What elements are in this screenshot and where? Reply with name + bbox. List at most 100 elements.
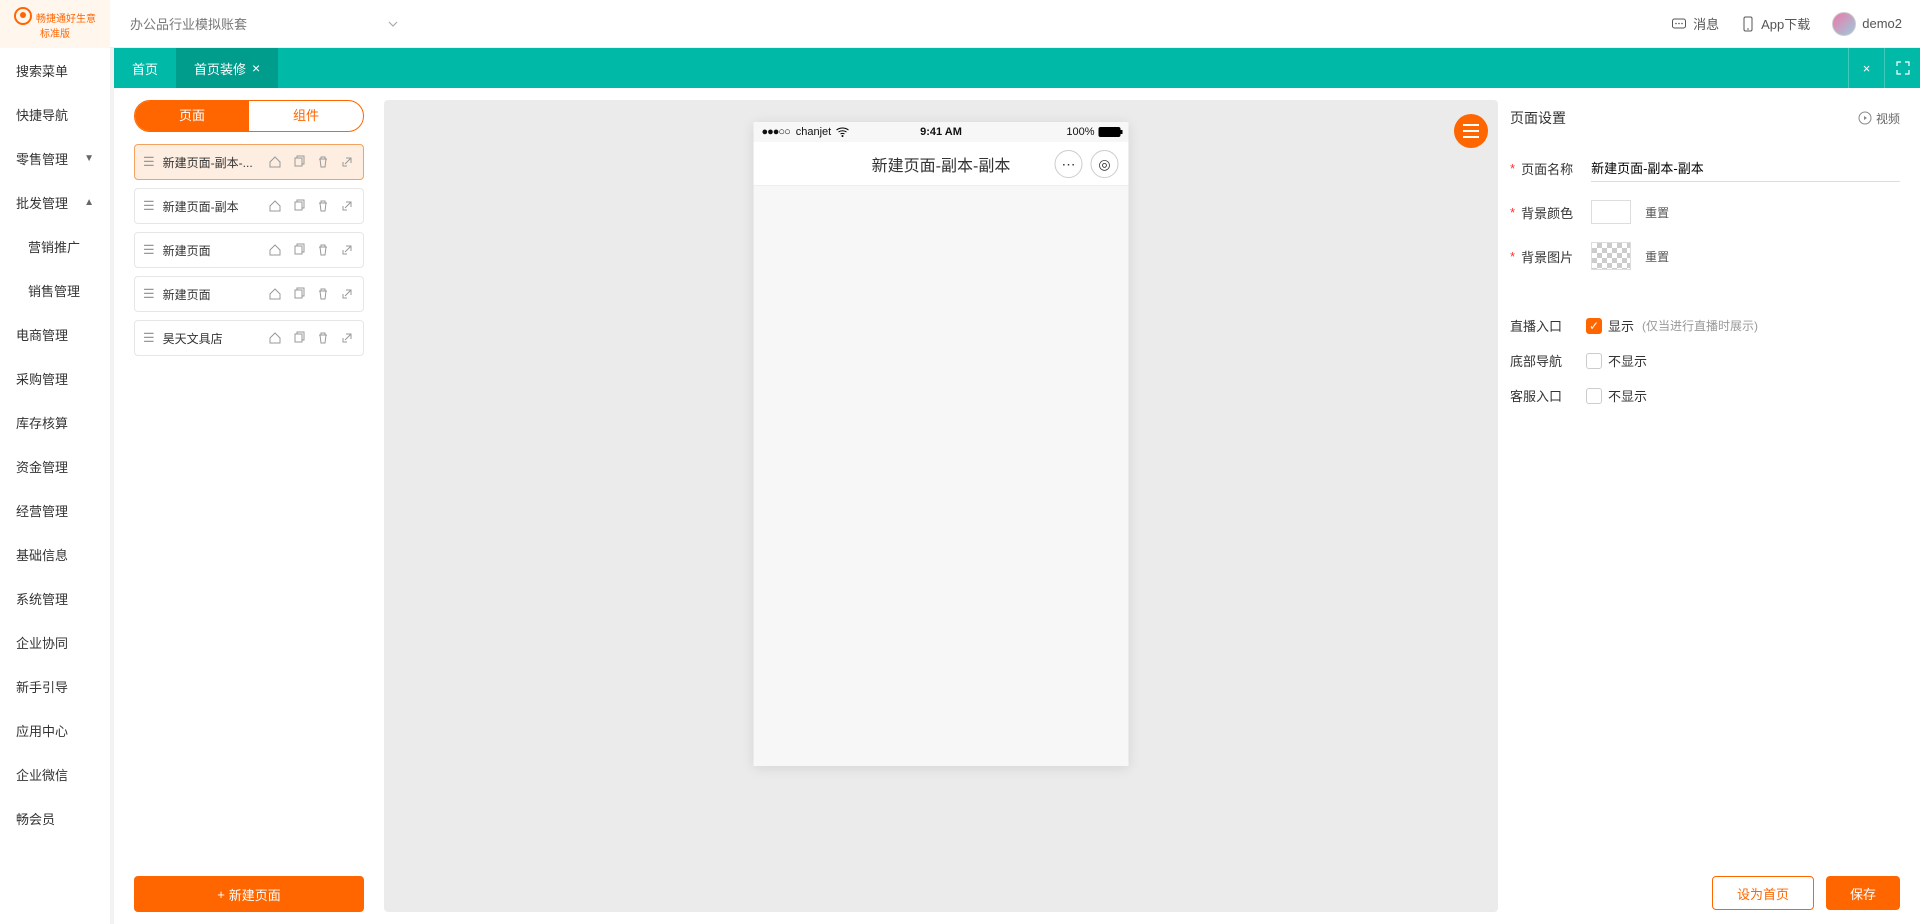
phone-icon (1741, 16, 1755, 32)
home-icon[interactable] (267, 330, 283, 346)
phone-header: 新建页面-副本-副本 ⋯ ◎ (754, 142, 1129, 186)
share-icon[interactable] (339, 154, 355, 170)
drag-handle-icon[interactable]: ☰ (143, 242, 155, 258)
messages-link[interactable]: 消息 (1671, 14, 1719, 33)
copy-icon[interactable] (291, 154, 307, 170)
page-item[interactable]: ☰ 新建页面 (134, 276, 364, 312)
main-sidebar: 搜索菜单 快捷导航 零售管理▼ 批发管理▲ 营销推广 销售管理 电商管理 采购管… (0, 48, 110, 924)
page-list-panel: 页面 组件 ☰ 新建页面-副本-... ☰ 新建页面-副本 ☰ (134, 100, 364, 912)
copy-icon[interactable] (291, 242, 307, 258)
live-entry-checkbox[interactable]: ✓ (1586, 318, 1602, 334)
chevron-down-icon (387, 18, 399, 30)
drag-handle-icon[interactable]: ☰ (143, 198, 155, 214)
drag-handle-icon[interactable]: ☰ (143, 330, 155, 346)
page-name-input[interactable] (1591, 154, 1900, 182)
delete-icon[interactable] (315, 198, 331, 214)
sidebar-business[interactable]: 经营管理 (0, 488, 110, 532)
sidebar-guide[interactable]: 新手引导 (0, 664, 110, 708)
copy-icon[interactable] (291, 198, 307, 214)
sidebar-funds[interactable]: 资金管理 (0, 444, 110, 488)
brand-edition: 标准版 (40, 25, 70, 40)
sidebar-inventory[interactable]: 库存核算 (0, 400, 110, 444)
copy-icon[interactable] (291, 286, 307, 302)
miniapp-menu-icon[interactable]: ⋯ (1055, 150, 1083, 178)
page-item[interactable]: ☰ 新建页面-副本-... (134, 144, 364, 180)
sidebar-search[interactable]: 搜索菜单 (0, 48, 110, 92)
switch-page[interactable]: 页面 (135, 101, 249, 131)
tab-fullscreen-button[interactable] (1884, 48, 1920, 88)
account-book-selector[interactable]: 办公品行业模拟账套 (130, 14, 399, 33)
switch-component[interactable]: 组件 (249, 101, 363, 131)
tab-close-button[interactable]: × (1848, 48, 1884, 88)
avatar-icon (1832, 12, 1856, 36)
home-icon[interactable] (267, 154, 283, 170)
time-label: 9:41 AM (920, 126, 962, 138)
footer-actions: 设为首页 保存 (1712, 876, 1900, 910)
brand-logo-icon (14, 7, 32, 25)
sidebar-sales[interactable]: 销售管理 (0, 268, 110, 312)
close-icon[interactable]: × (252, 60, 260, 76)
save-button[interactable]: 保存 (1826, 876, 1900, 910)
share-icon[interactable] (339, 286, 355, 302)
delete-icon[interactable] (315, 330, 331, 346)
sidebar-basic[interactable]: 基础信息 (0, 532, 110, 576)
delete-icon[interactable] (315, 286, 331, 302)
tab-home[interactable]: 首页 (114, 48, 176, 88)
sidebar-appcenter[interactable]: 应用中心 (0, 708, 110, 752)
bottom-nav-label: 底部导航 (1510, 351, 1586, 370)
drag-handle-icon[interactable]: ☰ (143, 154, 155, 170)
kefu-checkbox[interactable] (1586, 388, 1602, 404)
drag-handle-icon[interactable]: ☰ (143, 286, 155, 302)
bottom-nav-checkbox[interactable] (1586, 353, 1602, 369)
share-icon[interactable] (339, 198, 355, 214)
share-icon[interactable] (339, 242, 355, 258)
battery-icon (1099, 127, 1121, 137)
live-hint: (仅当进行直播时展示) (1642, 317, 1758, 334)
home-icon[interactable] (267, 286, 283, 302)
copy-icon[interactable] (291, 330, 307, 346)
page-item[interactable]: ☰ 昊天文具店 (134, 320, 364, 356)
new-page-button[interactable]: + 新建页面 (134, 876, 364, 912)
user-menu[interactable]: demo2 (1832, 12, 1902, 36)
canvas-menu-fab[interactable] (1454, 114, 1488, 148)
sidebar-system[interactable]: 系统管理 (0, 576, 110, 620)
signal-icon: ●●●○○ (762, 126, 790, 138)
phone-body[interactable] (754, 186, 1129, 766)
delete-icon[interactable] (315, 242, 331, 258)
message-icon (1671, 16, 1687, 32)
miniapp-close-icon[interactable]: ◎ (1091, 150, 1119, 178)
sidebar-marketing[interactable]: 营销推广 (0, 224, 110, 268)
sidebar-wholesale[interactable]: 批发管理▲ (0, 180, 110, 224)
bg-image-reset[interactable]: 重置 (1645, 248, 1669, 265)
sidebar-quicknav[interactable]: 快捷导航 (0, 92, 110, 136)
fullscreen-icon (1896, 61, 1910, 75)
set-home-button[interactable]: 设为首页 (1712, 876, 1814, 910)
home-icon[interactable] (267, 242, 283, 258)
page-item[interactable]: ☰ 新建页面-副本 (134, 188, 364, 224)
home-icon[interactable] (267, 198, 283, 214)
page-item[interactable]: ☰ 新建页面 (134, 232, 364, 268)
sidebar-wechat[interactable]: 企业微信 (0, 752, 110, 796)
bg-image-label: 背景图片 (1521, 247, 1591, 266)
delete-icon[interactable] (315, 154, 331, 170)
share-icon[interactable] (339, 330, 355, 346)
sidebar-member[interactable]: 畅会员 (0, 796, 110, 840)
sidebar-retail[interactable]: 零售管理▼ (0, 136, 110, 180)
sidebar-corp[interactable]: 企业协同 (0, 620, 110, 664)
account-book-label: 办公品行业模拟账套 (130, 14, 247, 33)
settings-title: 页面设置 (1510, 108, 1566, 128)
tab-page-design[interactable]: 首页装修 × (176, 48, 278, 88)
play-icon (1858, 111, 1872, 125)
video-help-link[interactable]: 视频 (1858, 110, 1900, 127)
sidebar-ecommerce[interactable]: 电商管理 (0, 312, 110, 356)
panel-mode-switch: 页面 组件 (134, 100, 364, 132)
app-download-link[interactable]: App下载 (1741, 14, 1810, 33)
bg-color-reset[interactable]: 重置 (1645, 204, 1669, 221)
sidebar-purchase[interactable]: 采购管理 (0, 356, 110, 400)
bg-color-swatch[interactable] (1591, 200, 1631, 224)
bg-image-picker[interactable] (1591, 242, 1631, 270)
carrier-label: chanjet (796, 126, 831, 138)
settings-panel: 页面设置 视频 * 页面名称 * 背景颜色 重置 * 背景图片 重置 直播入口 (1510, 100, 1900, 868)
page-name-label: 页面名称 (1521, 159, 1591, 178)
preview-canvas: ●●●○○ chanjet 9:41 AM 100% 新建页面-副本-副本 ⋯ … (384, 100, 1498, 912)
